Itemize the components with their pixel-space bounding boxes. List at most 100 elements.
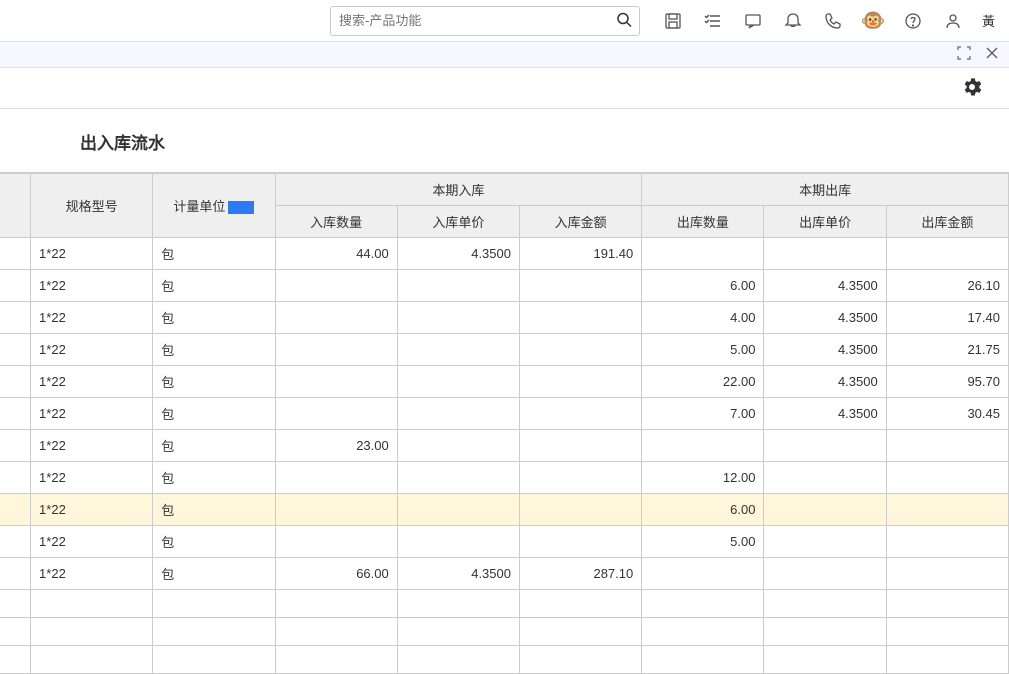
table-cell[interactable]	[275, 526, 397, 558]
table-cell[interactable]: 1*22	[31, 334, 153, 366]
help-icon[interactable]	[902, 10, 924, 32]
table-cell[interactable]: 包	[153, 238, 275, 270]
table-cell[interactable]	[0, 398, 31, 430]
table-cell[interactable]: 1*22	[31, 302, 153, 334]
table-cell[interactable]	[153, 618, 275, 646]
table-cell[interactable]	[764, 618, 886, 646]
table-cell[interactable]	[397, 430, 519, 462]
message-icon[interactable]	[742, 10, 764, 32]
table-cell[interactable]: 4.3500	[764, 366, 886, 398]
table-cell[interactable]	[31, 590, 153, 618]
table-cell[interactable]	[519, 646, 641, 674]
table-cell[interactable]	[519, 334, 641, 366]
table-cell[interactable]: 1*22	[31, 494, 153, 526]
table-cell[interactable]	[0, 270, 31, 302]
table-row[interactable]	[0, 590, 1009, 618]
table-cell[interactable]	[0, 334, 31, 366]
table-cell[interactable]	[0, 366, 31, 398]
table-cell[interactable]	[0, 462, 31, 494]
table-cell[interactable]	[886, 618, 1008, 646]
table-cell[interactable]	[397, 334, 519, 366]
table-cell[interactable]	[397, 398, 519, 430]
table-cell[interactable]	[275, 366, 397, 398]
table-cell[interactable]: 1*22	[31, 558, 153, 590]
table-cell[interactable]	[0, 302, 31, 334]
table-cell[interactable]	[153, 646, 275, 674]
header-out-price[interactable]: 出库单价	[764, 206, 886, 238]
table-cell[interactable]: 包	[153, 366, 275, 398]
gear-icon[interactable]	[963, 78, 981, 99]
table-cell[interactable]	[764, 558, 886, 590]
table-cell[interactable]	[886, 430, 1008, 462]
table-cell[interactable]: 17.40	[886, 302, 1008, 334]
table-cell[interactable]: 5.00	[642, 526, 764, 558]
table-row[interactable]: 1*22包23.00	[0, 430, 1009, 462]
table-cell[interactable]	[0, 618, 31, 646]
table-cell[interactable]	[519, 270, 641, 302]
table-cell[interactable]: 287.10	[519, 558, 641, 590]
table-cell[interactable]	[397, 366, 519, 398]
table-cell[interactable]	[886, 462, 1008, 494]
table-cell[interactable]	[397, 646, 519, 674]
table-cell[interactable]	[275, 398, 397, 430]
table-cell[interactable]	[397, 590, 519, 618]
table-cell[interactable]	[275, 334, 397, 366]
header-spec[interactable]: 规格型号	[31, 174, 153, 238]
table-cell[interactable]: 包	[153, 302, 275, 334]
table-cell[interactable]: 22.00	[642, 366, 764, 398]
table-cell[interactable]: 1*22	[31, 366, 153, 398]
table-cell[interactable]	[153, 590, 275, 618]
table-cell[interactable]	[0, 558, 31, 590]
table-cell[interactable]	[764, 646, 886, 674]
table-cell[interactable]: 4.3500	[764, 302, 886, 334]
user-icon[interactable]	[942, 10, 964, 32]
table-cell[interactable]: 5.00	[642, 334, 764, 366]
table-cell[interactable]: 4.3500	[764, 270, 886, 302]
table-cell[interactable]	[519, 526, 641, 558]
table-row[interactable]: 1*22包6.00	[0, 494, 1009, 526]
table-cell[interactable]: 包	[153, 430, 275, 462]
table-cell[interactable]	[397, 494, 519, 526]
table-cell[interactable]	[275, 302, 397, 334]
table-cell[interactable]	[642, 646, 764, 674]
table-cell[interactable]	[0, 430, 31, 462]
header-in-qty[interactable]: 入库数量	[275, 206, 397, 238]
table-cell[interactable]	[31, 618, 153, 646]
table-cell[interactable]	[0, 238, 31, 270]
table-cell[interactable]: 4.3500	[764, 398, 886, 430]
header-unit[interactable]: 计量单位	[153, 174, 275, 238]
table-cell[interactable]	[275, 646, 397, 674]
table-cell[interactable]	[519, 430, 641, 462]
table-cell[interactable]	[642, 430, 764, 462]
table-row[interactable]: 1*22包4.004.350017.40	[0, 302, 1009, 334]
table-cell[interactable]	[886, 526, 1008, 558]
list-check-icon[interactable]	[702, 10, 724, 32]
table-cell[interactable]: 21.75	[886, 334, 1008, 366]
table-cell[interactable]: 包	[153, 526, 275, 558]
table-cell[interactable]	[0, 526, 31, 558]
close-icon[interactable]	[985, 46, 999, 63]
table-cell[interactable]	[764, 430, 886, 462]
table-cell[interactable]	[886, 558, 1008, 590]
table-cell[interactable]	[886, 646, 1008, 674]
table-cell[interactable]: 12.00	[642, 462, 764, 494]
table-cell[interactable]: 30.45	[886, 398, 1008, 430]
table-cell[interactable]: 6.00	[642, 494, 764, 526]
table-row[interactable]: 1*22包12.00	[0, 462, 1009, 494]
table-cell[interactable]: 包	[153, 558, 275, 590]
table-row[interactable]: 1*22包6.004.350026.10	[0, 270, 1009, 302]
table-cell[interactable]: 4.3500	[397, 238, 519, 270]
table-cell[interactable]	[519, 494, 641, 526]
table-cell[interactable]: 95.70	[886, 366, 1008, 398]
header-in-amt[interactable]: 入库金额	[519, 206, 641, 238]
table-cell[interactable]	[275, 494, 397, 526]
table-row[interactable]: 1*22包5.00	[0, 526, 1009, 558]
bell-icon[interactable]	[782, 10, 804, 32]
table-cell[interactable]	[642, 558, 764, 590]
table-cell[interactable]	[764, 238, 886, 270]
table-cell[interactable]	[764, 590, 886, 618]
table-cell[interactable]	[519, 302, 641, 334]
table-cell[interactable]: 1*22	[31, 430, 153, 462]
table-cell[interactable]	[764, 494, 886, 526]
table-cell[interactable]: 1*22	[31, 270, 153, 302]
